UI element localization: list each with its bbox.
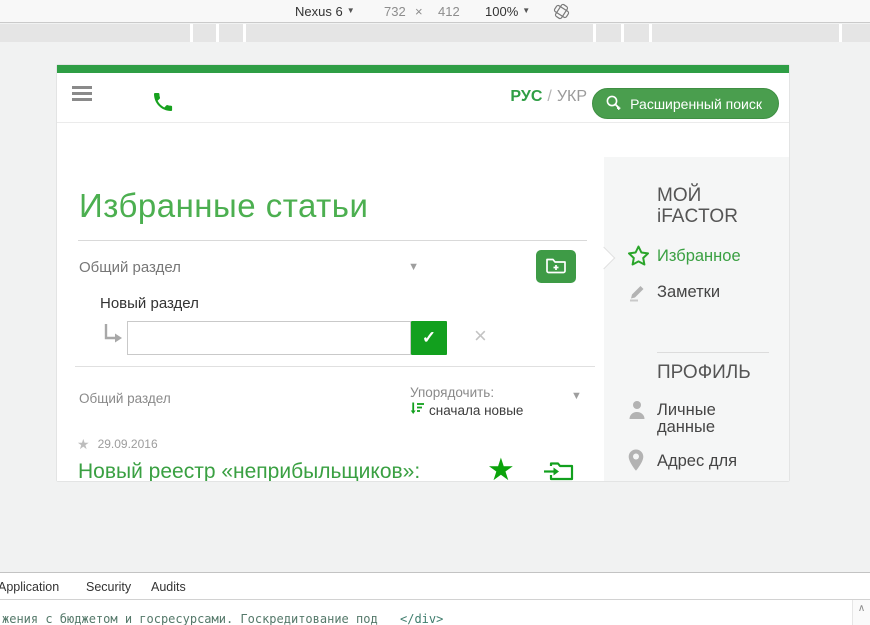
menu-icon[interactable] (72, 86, 92, 103)
section-dropdown[interactable]: Общий раздел ▼ (79, 255, 419, 279)
cancel-icon[interactable]: × (474, 325, 487, 347)
device-toolbar: Nexus 6 ▼ 732 × 412 100% ▼ (0, 0, 870, 23)
multiply-icon: × (415, 3, 423, 19)
new-section-input[interactable] (127, 321, 411, 355)
viewport-height-value: 412 (438, 3, 460, 19)
tab-audits[interactable]: Audits (147, 573, 190, 600)
media-query-segment[interactable] (624, 24, 649, 42)
rotate-device-icon[interactable] (553, 3, 570, 20)
sidebar-item-notes[interactable]: Заметки (657, 284, 720, 301)
lang-separator: / (547, 88, 552, 105)
sidebar-item-personal-data[interactable]: Личные данные (657, 402, 752, 436)
media-query-segment[interactable] (652, 24, 839, 42)
scroll-up-icon[interactable]: ∧ (858, 603, 865, 625)
sidebar-item-favorites[interactable]: Избранное (657, 248, 741, 265)
chevron-down-icon: ▼ (346, 6, 355, 15)
media-query-segment[interactable] (0, 24, 190, 42)
chevron-down-icon[interactable]: ▼ (571, 391, 582, 402)
sidebar-title: МОЙ iFACTOR (657, 185, 738, 227)
sidebar-item-address[interactable]: Адрес для (657, 453, 752, 470)
star-outline-icon (626, 244, 651, 273)
article-link[interactable]: Новый реестр «неприбыльщиков»: (78, 460, 508, 481)
location-pin-icon (626, 448, 646, 479)
page-title: Избранные статьи (79, 187, 369, 224)
site-top-green-bar (57, 65, 789, 73)
lang-rus[interactable]: РУС (510, 88, 542, 106)
devtools-panel: жения с бюджетом и госресурсами. Госкред… (0, 600, 852, 625)
new-section-label: Новый раздел (100, 295, 199, 312)
tab-security[interactable]: Security (82, 573, 135, 600)
viewport-width-field[interactable]: 732 (384, 0, 406, 22)
sort-descending-icon (410, 401, 424, 420)
sort-label: Упорядочить: (410, 385, 495, 400)
zoom-value: 100% (485, 3, 519, 19)
lang-ukr[interactable]: УКР (557, 88, 587, 106)
divider (657, 352, 769, 353)
media-query-bar (0, 24, 870, 42)
media-query-segment[interactable] (193, 24, 216, 42)
sidebar: МОЙ iFACTOR Избранное Заметки ПРОФИЛЬ Ли… (592, 157, 789, 481)
devtools-screen: Nexus 6 ▼ 732 × 412 100% ▼ РУС / УКР Рас… (0, 0, 870, 625)
article-meta: ★ 29.09.2016 (77, 437, 158, 451)
section-dropdown-value: Общий раздел (79, 258, 181, 276)
zoom-selector[interactable]: 100% ▼ (485, 0, 530, 22)
code-closing-tag[interactable]: </div> (400, 612, 443, 625)
pencil-icon (626, 281, 648, 308)
favorite-star-icon[interactable]: ★ (487, 454, 515, 481)
active-item-pointer (592, 246, 616, 270)
media-query-segment[interactable] (842, 24, 870, 42)
media-query-segment[interactable] (246, 24, 593, 42)
profile-title: ПРОФИЛЬ (657, 362, 751, 383)
media-query-segment[interactable] (219, 24, 243, 42)
group-label: Общий раздел (79, 391, 171, 406)
device-selector-label: Nexus 6 (295, 3, 343, 19)
media-query-segment[interactable] (596, 24, 621, 42)
chevron-down-icon: ▼ (408, 260, 419, 273)
devtools-tab-bar: Application Security Audits (0, 572, 870, 600)
phone-icon[interactable] (151, 90, 175, 114)
panel-scrollbar[interactable]: ∧ (852, 600, 870, 625)
divider (75, 366, 595, 367)
star-icon: ★ (77, 436, 90, 452)
chevron-down-icon: ▼ (522, 6, 531, 15)
viewport-height-field[interactable]: 412 (438, 0, 460, 22)
add-folder-button[interactable] (536, 250, 576, 283)
tab-application[interactable]: Application (0, 573, 63, 600)
site-header: РУС / УКР Расширенный поиск (57, 73, 789, 123)
advanced-search-label: Расширенный поиск (630, 95, 762, 112)
person-icon (626, 399, 648, 428)
divider (78, 240, 587, 241)
subsection-arrow-icon (102, 323, 124, 352)
confirm-button[interactable]: ✓ (411, 321, 447, 355)
device-selector[interactable]: Nexus 6 ▼ (295, 0, 355, 22)
search-plus-icon (605, 94, 622, 114)
sort-value: сначала новые (429, 403, 524, 418)
advanced-search-button[interactable]: Расширенный поиск (592, 88, 779, 119)
folder-plus-icon (545, 256, 567, 277)
emulated-viewport: РУС / УКР Расширенный поиск Избранные ст… (57, 65, 789, 481)
article-date: 29.09.2016 (97, 437, 158, 451)
viewport-width-value: 732 (384, 3, 406, 19)
code-text-node[interactable]: жения с бюджетом и госресурсами. Госкред… (2, 612, 378, 625)
sort-dropdown[interactable]: Упорядочить: сначала новые (410, 385, 580, 420)
check-icon: ✓ (421, 328, 437, 347)
move-to-folder-icon[interactable] (543, 458, 575, 481)
language-switcher: РУС / УКР (510, 88, 587, 106)
dimension-separator: × (415, 0, 423, 22)
